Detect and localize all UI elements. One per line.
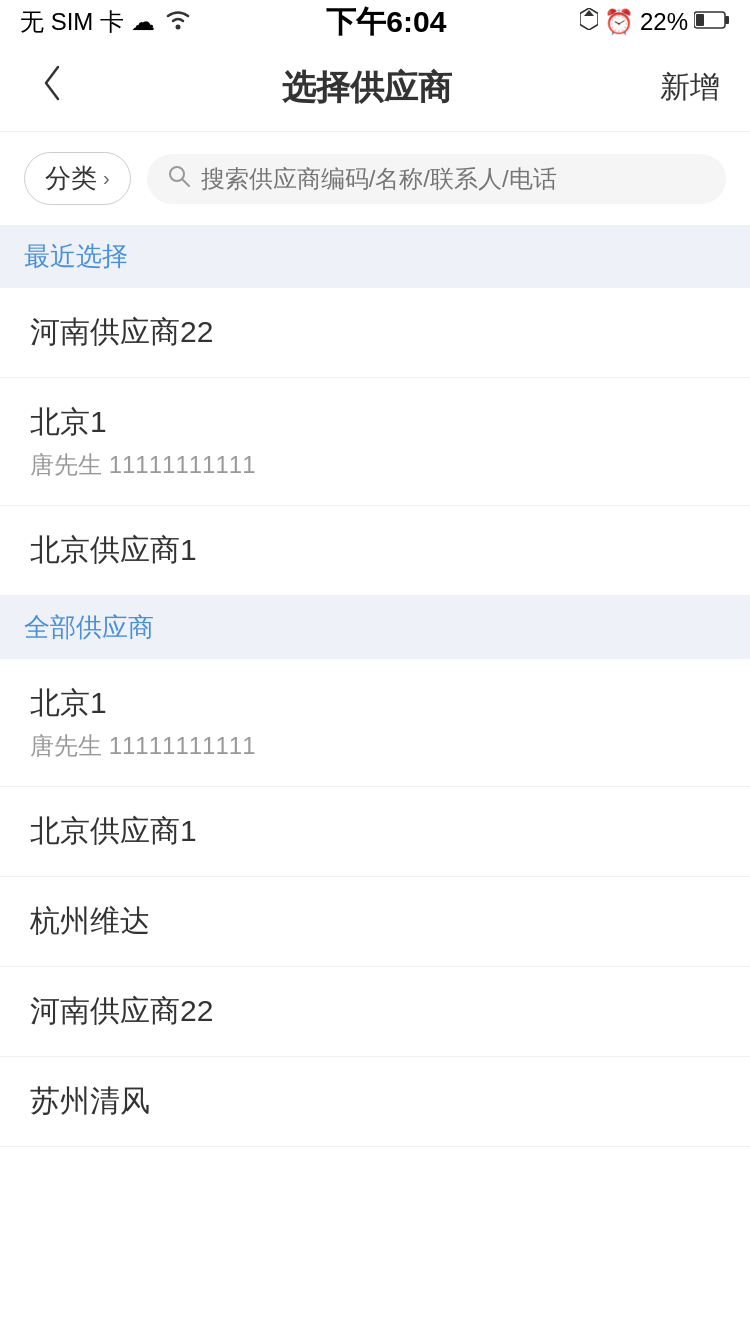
item-name: 苏州清风 (30, 1081, 720, 1122)
item-name: 杭州维达 (30, 901, 720, 942)
back-button[interactable] (30, 53, 74, 122)
list-item[interactable]: 北京1 唐先生 11111111111 (0, 378, 750, 506)
all-list: 北京1 唐先生 11111111111 北京供应商1 杭州维达河南供应商22 苏州清风 (0, 659, 750, 1147)
filter-bar: 分类 › (0, 132, 750, 225)
battery-icon (694, 8, 730, 36)
list-item[interactable]: 杭州维达 (0, 877, 750, 967)
item-sub: 唐先生 11111111111 (30, 730, 720, 762)
list-item[interactable]: 河南供应商22 (0, 288, 750, 378)
item-name: 北京1 (30, 402, 720, 443)
search-box (147, 154, 726, 204)
alarm-icon: ⏰ (604, 8, 634, 36)
recent-list: 河南供应商22 北京1 唐先生 11111111111 北京供应商1 (0, 288, 750, 596)
list-item[interactable]: 北京1 唐先生 11111111111 (0, 659, 750, 787)
sim-label: 无 SIM 卡 ☁ (20, 6, 155, 38)
list-item[interactable]: 苏州清风 (0, 1057, 750, 1147)
list-item[interactable]: 北京供应商1 (0, 506, 750, 596)
nav-bar: 选择供应商 新增 (0, 44, 750, 132)
status-left: 无 SIM 卡 ☁ (20, 6, 193, 38)
svg-rect-3 (696, 14, 704, 26)
item-sub: 唐先生 11111111111 (30, 449, 720, 481)
location-icon (580, 8, 598, 36)
recent-section-label: 最近选择 (24, 241, 128, 271)
page-title: 选择供应商 (282, 65, 452, 111)
recent-section-header: 最近选择 (0, 225, 750, 288)
add-button[interactable]: 新增 (660, 67, 720, 108)
status-bar: 无 SIM 卡 ☁ 下午6:04 ⏰ 22% (0, 0, 750, 44)
svg-point-0 (175, 25, 180, 30)
search-input[interactable] (201, 165, 706, 193)
list-item[interactable]: 北京供应商1 (0, 787, 750, 877)
item-name: 河南供应商22 (30, 312, 720, 353)
search-icon (167, 164, 191, 194)
wifi-icon (163, 8, 193, 36)
battery-label: 22% (640, 8, 688, 36)
category-filter[interactable]: 分类 › (24, 152, 131, 205)
item-name: 北京供应商1 (30, 811, 720, 852)
all-section-header: 全部供应商 (0, 596, 750, 659)
item-name: 北京供应商1 (30, 530, 720, 571)
status-right: ⏰ 22% (580, 8, 730, 36)
item-name: 河南供应商22 (30, 991, 720, 1032)
list-item[interactable]: 河南供应商22 (0, 967, 750, 1057)
svg-line-5 (182, 179, 189, 186)
category-label: 分类 (45, 161, 97, 196)
status-time: 下午6:04 (326, 2, 446, 43)
chevron-right-icon: › (103, 167, 110, 190)
svg-rect-2 (725, 16, 729, 24)
all-section-label: 全部供应商 (24, 612, 154, 642)
item-name: 北京1 (30, 683, 720, 724)
